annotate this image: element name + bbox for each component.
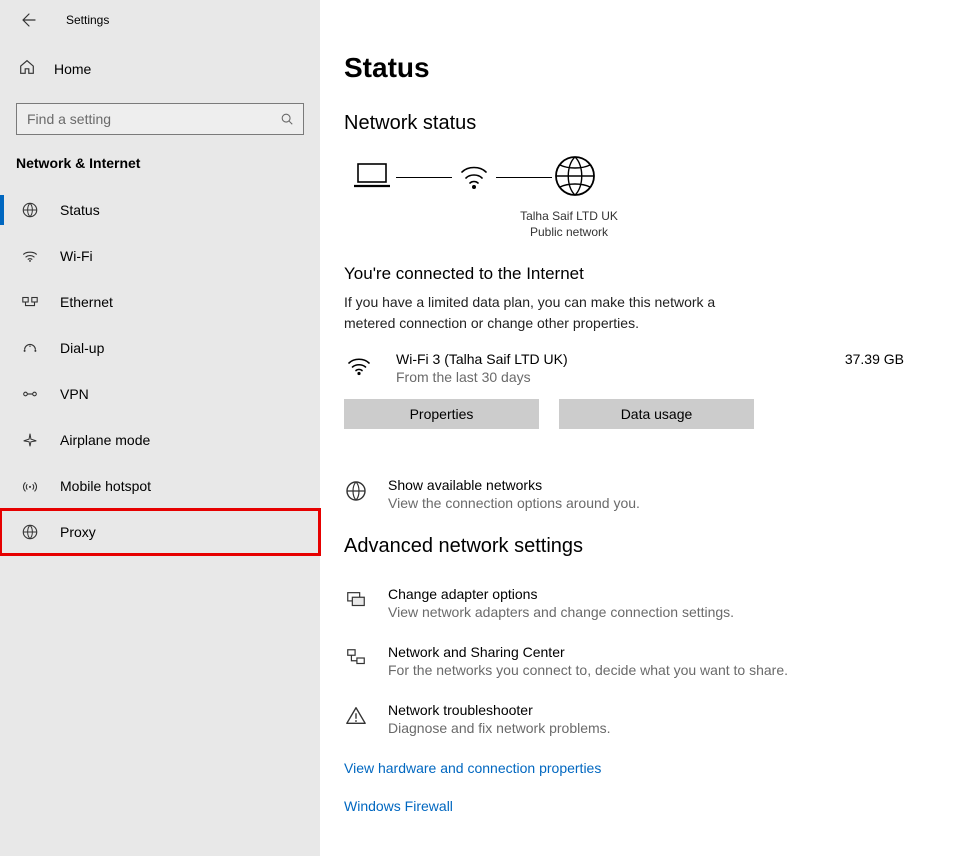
app-title: Settings (66, 13, 109, 27)
globe-large-icon (552, 153, 598, 202)
search-icon (280, 112, 294, 126)
sidebar-home-label: Home (54, 61, 91, 77)
globe-icon (20, 522, 40, 542)
connection-name: Wi-Fi 3 (Talha Saif LTD UK) (396, 351, 568, 367)
sharing-center-row[interactable]: Network and Sharing Center For the netwo… (344, 644, 944, 678)
sharing-icon (344, 646, 368, 670)
sharing-title: Network and Sharing Center (388, 644, 788, 660)
globe-icon (344, 479, 368, 503)
sidebar-item-label: VPN (60, 386, 89, 402)
ethernet-icon (20, 292, 40, 312)
show-networks-row[interactable]: Show available networks View the connect… (344, 477, 944, 511)
sharing-sub: For the networks you connect to, decide … (388, 662, 788, 678)
sidebar-home[interactable]: Home (0, 40, 320, 97)
sidebar-item-label: Status (60, 202, 100, 218)
troubleshoot-title: Network troubleshooter (388, 702, 611, 718)
warning-icon (344, 704, 368, 728)
link-hardware-properties[interactable]: View hardware and connection properties (344, 760, 944, 776)
connection-size: 37.39 GB (845, 351, 944, 367)
dialup-icon (20, 338, 40, 358)
sidebar-item-label: Wi-Fi (60, 248, 93, 264)
connected-heading: You're connected to the Internet (344, 264, 944, 284)
network-diagram (344, 153, 944, 202)
diagram-line (396, 177, 452, 178)
adapter-sub: View network adapters and change connect… (388, 604, 734, 620)
sidebar-item-airplane[interactable]: Airplane mode (0, 417, 320, 463)
connected-description: If you have a limited data plan, you can… (344, 292, 764, 333)
wifi-icon (20, 246, 40, 266)
home-icon (18, 58, 36, 79)
data-usage-button[interactable]: Data usage (559, 399, 754, 429)
connection-subtext: From the last 30 days (396, 369, 568, 385)
sidebar-item-status[interactable]: Status (0, 187, 320, 233)
search-input[interactable] (16, 103, 304, 135)
back-button[interactable] (14, 6, 42, 34)
sidebar-item-label: Airplane mode (60, 432, 150, 448)
sidebar-item-label: Ethernet (60, 294, 113, 310)
show-networks-title: Show available networks (388, 477, 640, 493)
troubleshooter-row[interactable]: Network troubleshooter Diagnose and fix … (344, 702, 944, 736)
sidebar-category-label: Network & Internet (0, 155, 320, 187)
titlebar: Settings (0, 0, 320, 40)
sidebar-item-proxy[interactable]: Proxy (0, 509, 320, 555)
link-windows-firewall[interactable]: Windows Firewall (344, 798, 944, 814)
diagram-network-name: Talha Saif LTD UK (446, 208, 692, 224)
sidebar-item-label: Proxy (60, 524, 96, 540)
diagram-line (496, 177, 552, 178)
diagram-network-type: Public network (446, 224, 692, 240)
network-status-heading: Network status (344, 112, 944, 135)
troubleshoot-sub: Diagnose and fix network problems. (388, 720, 611, 736)
adapter-icon (344, 588, 368, 612)
connection-row: Wi-Fi 3 (Talha Saif LTD UK) From the las… (344, 351, 944, 385)
advanced-heading: Advanced network settings (344, 535, 944, 558)
sidebar-item-vpn[interactable]: VPN (0, 371, 320, 417)
search-wrap (16, 103, 304, 135)
wifi-icon (344, 351, 374, 381)
sidebar-item-wifi[interactable]: Wi-Fi (0, 233, 320, 279)
page-title: Status (344, 52, 944, 84)
router-wifi-icon (452, 156, 496, 199)
sidebar-nav: Status Wi-Fi Ethernet Dial-up VPN (0, 187, 320, 555)
sidebar-item-ethernet[interactable]: Ethernet (0, 279, 320, 325)
adapter-options-row[interactable]: Change adapter options View network adap… (344, 586, 944, 620)
sidebar-item-label: Mobile hotspot (60, 478, 151, 494)
laptop-icon (348, 156, 396, 199)
show-networks-sub: View the connection options around you. (388, 495, 640, 511)
main-panel: Status Network status Talha Saif LTD UK … (320, 0, 968, 856)
sidebar-item-label: Dial-up (60, 340, 104, 356)
arrow-left-icon (20, 12, 36, 28)
adapter-title: Change adapter options (388, 586, 734, 602)
vpn-icon (20, 384, 40, 404)
sidebar-item-hotspot[interactable]: Mobile hotspot (0, 463, 320, 509)
sidebar: Settings Home Network & Internet Status … (0, 0, 320, 856)
properties-button[interactable]: Properties (344, 399, 539, 429)
airplane-icon (20, 430, 40, 450)
sidebar-item-dialup[interactable]: Dial-up (0, 325, 320, 371)
diagram-labels: Talha Saif LTD UK Public network (446, 208, 692, 240)
globe-icon (20, 200, 40, 220)
hotspot-icon (20, 476, 40, 496)
